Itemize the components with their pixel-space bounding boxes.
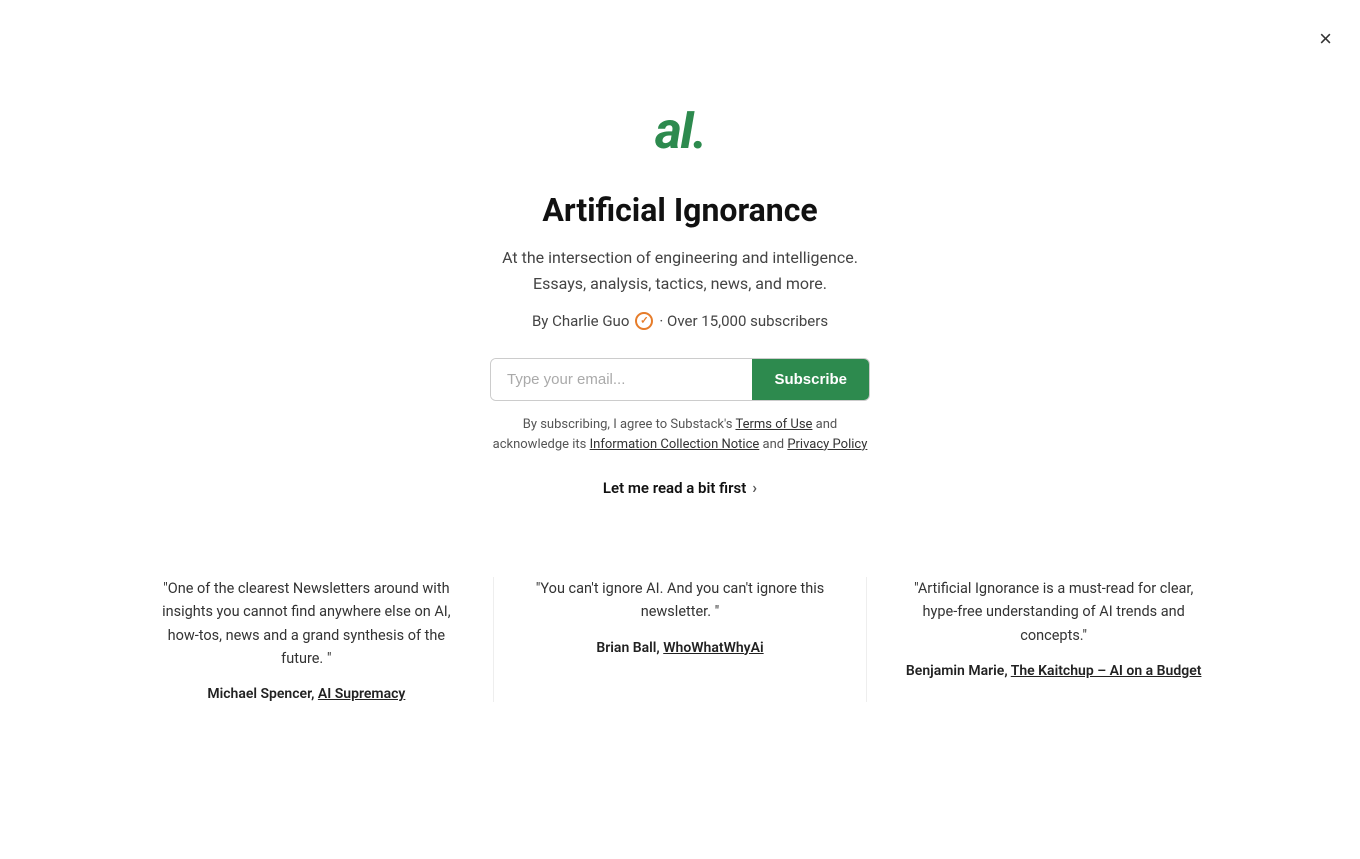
privacy-policy-link[interactable]: Privacy Policy — [787, 437, 867, 452]
testimonial-2-author-name: Brian Ball, — [596, 640, 659, 656]
testimonial-3-author-name: Benjamin Marie, — [906, 663, 1008, 679]
publication-logo: aI. — [655, 100, 705, 161]
testimonial-3: "Artificial Ignorance is a must-read for… — [867, 577, 1240, 702]
publication-title: Artificial Ignorance — [542, 191, 817, 229]
testimonial-1-quote: "One of the clearest Newsletters around … — [150, 577, 463, 670]
terms-and: and — [759, 437, 787, 452]
logo-dot: . — [693, 100, 706, 161]
subscribers-count: · Over 15,000 subscribers — [659, 312, 828, 330]
testimonial-3-author: Benjamin Marie, The Kaitchup – AI on a B… — [897, 663, 1210, 679]
terms-text: By subscribing, I agree to Substack's Te… — [490, 415, 870, 454]
close-button[interactable]: × — [1315, 24, 1336, 54]
testimonial-1-author-link[interactable]: AI Supremacy — [318, 686, 405, 702]
author-line: By Charlie Guo · Over 15,000 subscribers — [532, 312, 828, 330]
terms-of-use-link[interactable]: Terms of Use — [735, 417, 812, 432]
read-first-label: Let me read a bit first — [603, 479, 746, 497]
testimonial-2: "You can't ignore AI. And you can't igno… — [494, 577, 868, 702]
testimonial-1-author: Michael Spencer, AI Supremacy — [150, 686, 463, 702]
author-name: By Charlie Guo — [532, 312, 629, 330]
testimonial-1-author-name: Michael Spencer, — [207, 686, 314, 702]
testimonial-2-quote: "You can't ignore AI. And you can't igno… — [524, 577, 837, 623]
testimonial-3-quote: "Artificial Ignorance is a must-read for… — [897, 577, 1210, 647]
subscribe-button[interactable]: Subscribe — [752, 359, 869, 400]
testimonial-3-author-link[interactable]: The Kaitchup – AI on a Budget — [1011, 663, 1202, 679]
testimonial-2-author-link[interactable]: WhoWhatWhyAi — [663, 640, 763, 656]
verified-icon — [635, 312, 653, 330]
subscribe-form: Subscribe — [490, 358, 870, 401]
main-container: aI. Artificial Ignorance At the intersec… — [0, 0, 1360, 762]
read-first-link[interactable]: Let me read a bit first › — [603, 478, 757, 497]
publication-description: At the intersection of engineering and i… — [490, 245, 870, 296]
testimonial-1: "One of the clearest Newsletters around … — [120, 577, 494, 702]
testimonial-2-author: Brian Ball, WhoWhatWhyAi — [524, 640, 837, 656]
terms-prefix: By subscribing, I agree to Substack's — [523, 417, 736, 432]
chevron-right-icon: › — [752, 478, 757, 497]
email-input[interactable] — [491, 359, 752, 400]
testimonials-section: "One of the clearest Newsletters around … — [80, 577, 1280, 702]
collection-notice-link[interactable]: Information Collection Notice — [590, 437, 760, 452]
